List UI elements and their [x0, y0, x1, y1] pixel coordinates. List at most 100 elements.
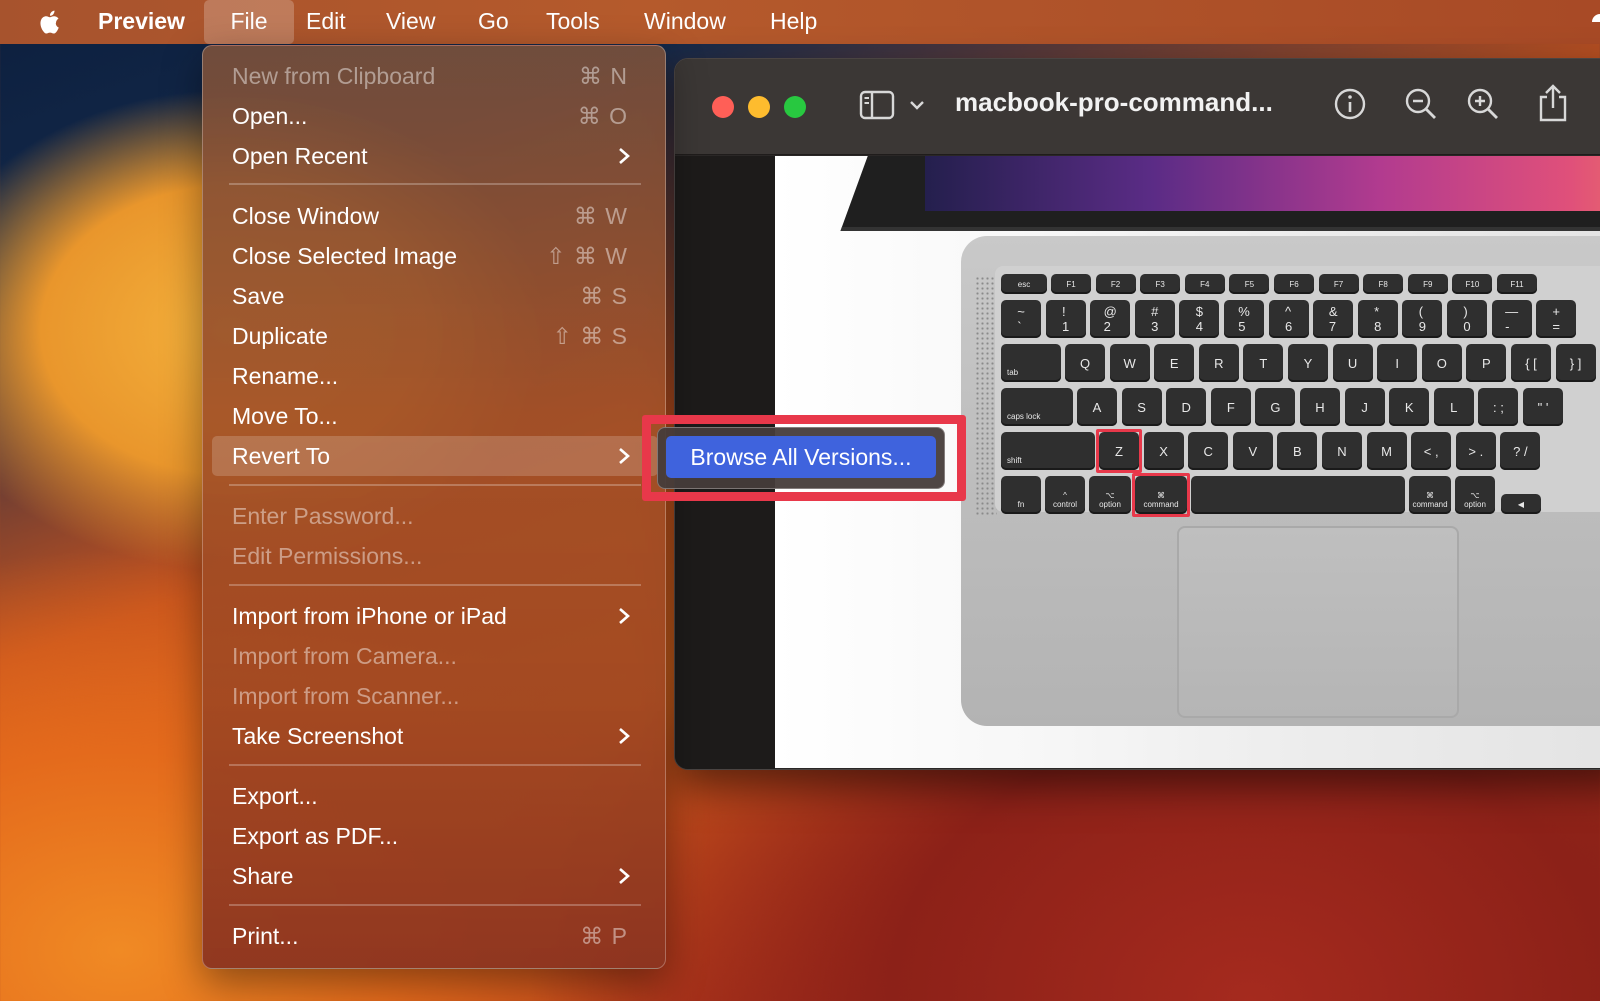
zoom-window-button[interactable] — [784, 96, 806, 118]
menu-item-import-from-iphone-or-ipad[interactable]: Import from iPhone or iPad — [212, 596, 658, 636]
menu-item-new-from-clipboard: New from Clipboard ⌘ N — [212, 56, 658, 96]
key-7: & 7 — [1313, 300, 1354, 338]
menu-item-enter-password: Enter Password... — [212, 496, 658, 536]
menubar-go[interactable]: Go — [462, 0, 525, 44]
menu-item-import-from-scanner: Import from Scanner... — [212, 676, 658, 716]
key-p: P — [1466, 344, 1507, 382]
key-o: O — [1421, 344, 1462, 382]
menubar-app-name[interactable]: Preview — [82, 0, 201, 44]
key-f9: F9 — [1407, 274, 1448, 294]
menu-separator — [229, 484, 641, 486]
close-window-button[interactable] — [712, 96, 734, 118]
menu-item-shortcut: ⇧ ⌘ S — [552, 323, 628, 349]
key-n: N — [1322, 432, 1362, 470]
key-}]: } ] — [1555, 344, 1596, 382]
menubar-edit[interactable]: Edit — [290, 0, 362, 44]
menu-item-export[interactable]: Export... — [212, 776, 658, 816]
menu-item-close-window[interactable]: Close Window ⌘ W — [212, 196, 658, 236]
menu-item-shortcut: ⌘ S — [580, 283, 628, 309]
keyboard: esc F1 F2 F3 F4 F5 F6 F7 F8 F9 F10 F11 ~ `! 1 @ 2 # 3 $… — [995, 266, 1600, 517]
key-c: C — [1188, 432, 1229, 470]
window-titlebar: macbook-pro-command... — [675, 59, 1600, 155]
chevron-right-icon — [619, 728, 630, 744]
menu-item-label: Import from Camera... — [232, 643, 457, 669]
menu-item-export-as-pdf[interactable]: Export as PDF... — [212, 816, 658, 856]
sidebar-toggle-icon[interactable] — [859, 89, 895, 121]
menu-item-rename[interactable]: Rename... — [212, 356, 658, 396]
key-:;: : ; — [1478, 388, 1519, 426]
zoom-out-icon[interactable] — [1404, 87, 1438, 121]
key-3: # 3 — [1134, 300, 1175, 338]
menu-separator — [229, 584, 641, 586]
menu-item-label: Edit Permissions... — [232, 543, 423, 569]
menu-item-label: Rename... — [232, 363, 339, 389]
menu-item-open[interactable]: Open... ⌘ O — [212, 96, 658, 136]
menu-item-shortcut: ⌘ O — [577, 103, 628, 129]
key-option-right: ⌥ option — [1455, 476, 1495, 514]
menu-bar: Preview File Edit View Go Tools Window H… — [0, 0, 1600, 44]
menu-item-label: Revert To — [232, 443, 331, 469]
key-f3: F3 — [1140, 274, 1181, 294]
menubar-help[interactable]: Help — [754, 0, 833, 44]
key-f2: F2 — [1095, 274, 1136, 294]
browse-all-versions-item[interactable]: Browse All Versions... — [666, 436, 936, 478]
menu-item-print[interactable]: Print... ⌘ P — [212, 916, 658, 956]
key-8: * 8 — [1357, 300, 1398, 338]
file-menu: New from Clipboard ⌘ N Open... ⌘ O Open Rece… — [202, 45, 666, 969]
apple-icon[interactable] — [35, 8, 61, 36]
chevron-down-icon[interactable] — [909, 99, 925, 111]
key-f1: F1 — [1051, 274, 1091, 294]
menu-item-label: Duplicate — [232, 323, 328, 349]
menubar-view[interactable]: View — [370, 0, 451, 44]
menu-item-label: New from Clipboard — [232, 63, 436, 89]
menu-item-duplicate[interactable]: Duplicate ⇧ ⌘ S — [212, 316, 658, 356]
key-f7: F7 — [1318, 274, 1359, 294]
key-f11: F11 — [1497, 274, 1537, 294]
key--: — - — [1491, 300, 1532, 338]
key-b: B — [1277, 432, 1318, 470]
menu-item-shortcut: ⇧ ⌘ W — [546, 243, 628, 269]
key-m: M — [1366, 432, 1407, 470]
key-tab: tab — [1001, 344, 1061, 382]
info-icon[interactable] — [1333, 87, 1367, 121]
key-left-arrow: ◀ — [1501, 494, 1541, 514]
key-a: A — [1077, 388, 1117, 426]
key-t: T — [1243, 344, 1284, 382]
key-2: @ 2 — [1090, 300, 1131, 338]
key-d: D — [1166, 388, 1207, 426]
chevron-right-icon — [619, 868, 630, 884]
key-f10: F10 — [1452, 274, 1493, 294]
zoom-in-icon[interactable] — [1466, 87, 1500, 121]
key-s: S — [1121, 388, 1162, 426]
key-4: $ 4 — [1179, 300, 1220, 338]
key-f6: F6 — [1274, 274, 1314, 294]
key-v: V — [1232, 432, 1273, 470]
key-esc: esc — [1001, 274, 1047, 294]
menu-item-revert-to[interactable]: Revert To — [212, 436, 658, 476]
menubar-window[interactable]: Window — [628, 0, 742, 44]
menubar-file[interactable]: File — [204, 0, 294, 44]
menubar-tools[interactable]: Tools — [530, 0, 616, 44]
window-title: macbook-pro-command... — [955, 87, 1273, 117]
key-r: R — [1198, 344, 1239, 382]
laptop-display — [925, 156, 1600, 211]
menu-item-take-screenshot[interactable]: Take Screenshot — [212, 716, 658, 756]
menu-item-label: Export as PDF... — [232, 823, 399, 849]
key-f5: F5 — [1229, 274, 1270, 294]
key-`: ~ ` — [1001, 300, 1041, 338]
key-i: I — [1377, 344, 1418, 382]
menu-item-move-to[interactable]: Move To... — [212, 396, 658, 436]
menu-item-close-selected-image[interactable]: Close Selected Image ⇧ ⌘ W — [212, 236, 658, 276]
minimize-window-button[interactable] — [748, 96, 770, 118]
key-caps-lock: caps lock — [1001, 388, 1073, 426]
menu-item-save[interactable]: Save ⌘ S — [212, 276, 658, 316]
menu-item-label: Import from Scanner... — [232, 683, 460, 709]
share-icon[interactable] — [1537, 83, 1569, 123]
key-h: H — [1300, 388, 1340, 426]
menu-item-open-recent[interactable]: Open Recent — [212, 136, 658, 176]
key-9: ( 9 — [1402, 300, 1443, 338]
menu-item-label: Open... — [232, 103, 308, 129]
menu-item-share[interactable]: Share — [212, 856, 658, 896]
status-icon[interactable] — [1586, 8, 1600, 34]
revert-to-submenu: Browse All Versions... — [657, 427, 945, 489]
